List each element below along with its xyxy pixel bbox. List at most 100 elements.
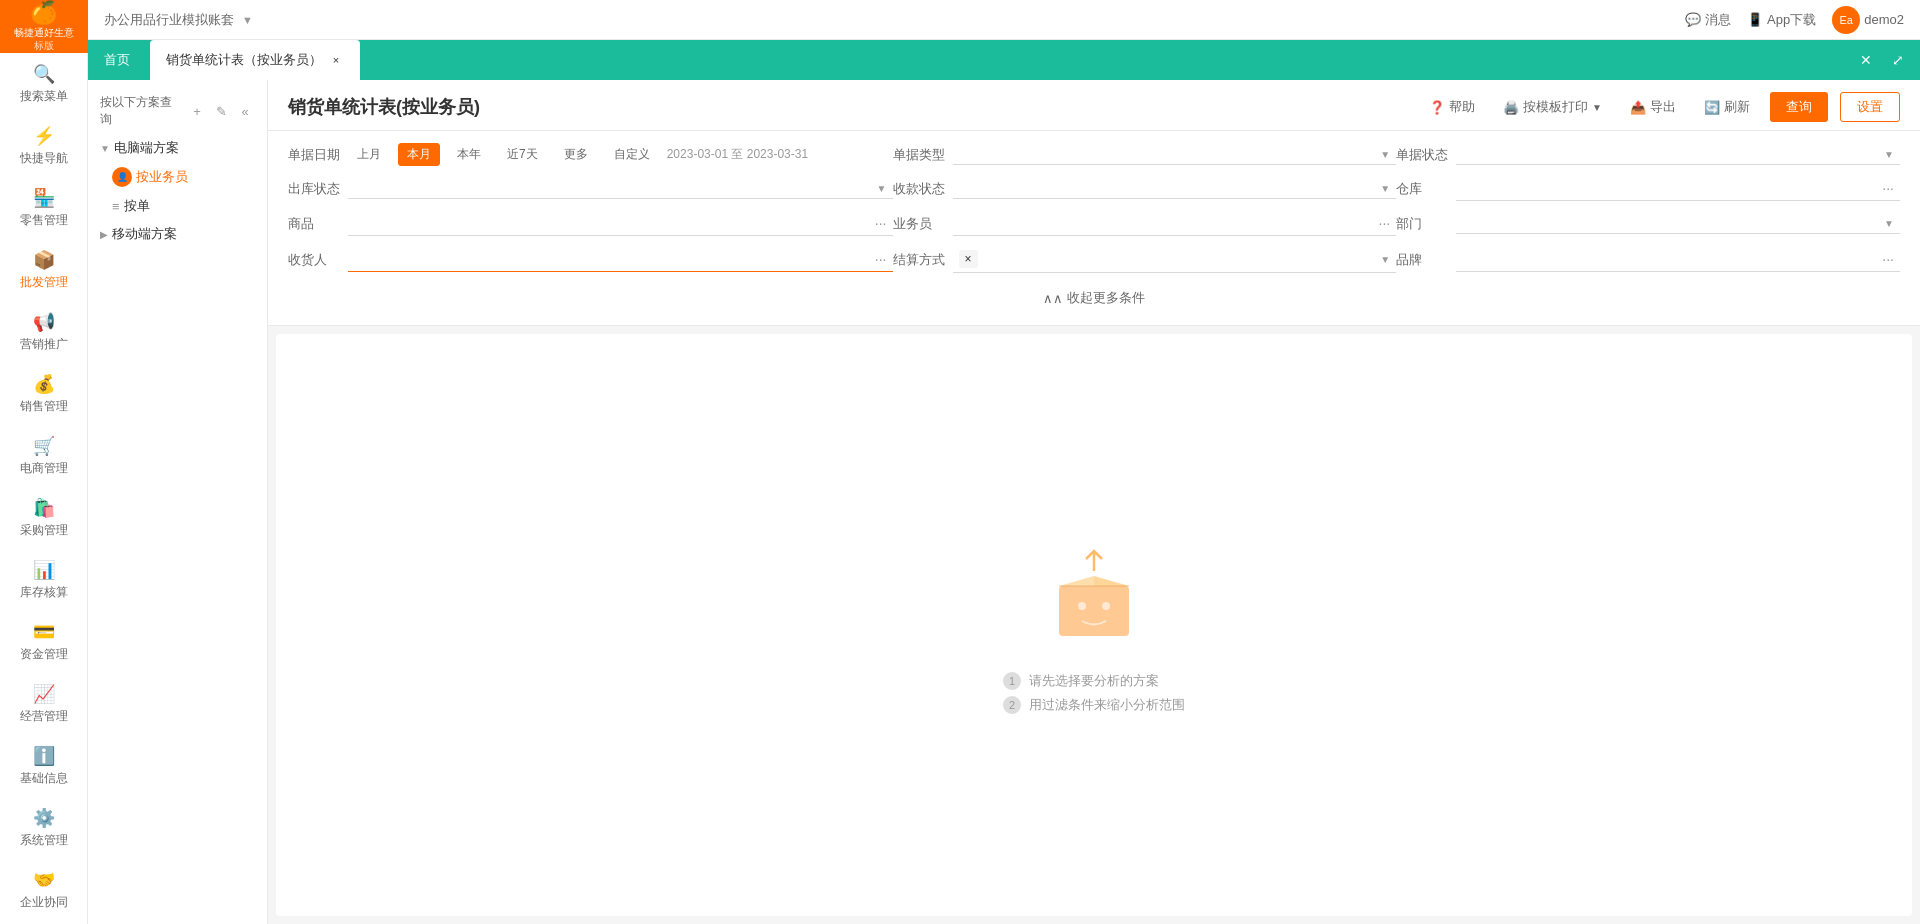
brand-dots-icon: ··· [1882,251,1894,267]
filter-receiver: 收货人 ··· [288,247,893,272]
sidebar-item-retail[interactable]: 🏪 零售管理 [0,177,88,239]
account-dropdown-icon[interactable]: ▼ [242,14,253,26]
filter-goods: 商品 ··· [288,211,893,236]
sidebar-item-basic[interactable]: ℹ️ 基础信息 [0,735,88,797]
sidebar-item-wholesale-label: 批发管理 [20,274,68,291]
outbound-label: 出库状态 [288,180,348,198]
filter-dept: 部门 ▼ [1396,214,1900,234]
user-avatar: Ea [1832,6,1860,34]
receiver-select[interactable]: ··· [348,247,893,272]
date-btn-this-month[interactable]: 本月 [398,143,440,166]
print-label: 按模板打印 [1523,98,1588,116]
staff-select[interactable]: ··· [953,211,1397,236]
sidebar-item-ecommerce[interactable]: 🛒 电商管理 [0,425,88,487]
goods-label: 商品 [288,215,348,233]
tree-sub-item-by-order[interactable]: ≡ 按单 [88,192,267,220]
status-select[interactable]: ▼ [1456,145,1900,165]
user-button[interactable]: Ea demo2 [1832,6,1904,34]
goods-select[interactable]: ··· [348,211,893,236]
filter-date: 单据日期 上月 本月 本年 近7天 更多 自定义 2023-03-01 至 20… [288,143,893,166]
date-btn-this-year[interactable]: 本年 [448,143,490,166]
brand-select[interactable]: ··· [1456,247,1900,272]
panel-add-button[interactable]: + [187,101,207,121]
sidebar-item-purchase[interactable]: 🛍️ 采购管理 [0,487,88,549]
filter-type: 单据类型 ▼ [893,145,1397,165]
sidebar-item-inventory[interactable]: 📊 库存核算 [0,549,88,611]
date-btn-more[interactable]: 更多 [555,143,597,166]
query-button[interactable]: 查询 [1770,92,1828,122]
collapse-button[interactable]: ∧∧ 收起更多条件 [1037,283,1151,313]
date-btn-last-month[interactable]: 上月 [348,143,390,166]
collapse-label: 收起更多条件 [1067,289,1145,307]
filter-brand: 品牌 ··· [1396,247,1900,272]
filter-row-3: 商品 ··· 业务员 ··· 部门 [288,211,1900,236]
sidebar-item-corp-label: 企业协同 [20,894,68,911]
date-btn-7days[interactable]: 近7天 [498,143,547,166]
sidebar-item-operations[interactable]: 📈 经营管理 [0,673,88,735]
tabbar: 首页 销货单统计表（按业务员） × ✕ ⤢ [88,40,1920,80]
purchase-icon: 🛍️ [33,497,55,519]
tree-sub-item-by-staff[interactable]: 👤 按业务员 [88,162,267,192]
payment-select-arrow: ▼ [1380,183,1390,194]
sidebar-item-operations-label: 经营管理 [20,708,68,725]
main-area: 办公用品行业模拟账套 ▼ 💬 消息 📱 App下载 Ea demo2 首页 销货… [88,0,1920,924]
account-label: 办公用品行业模拟账套 [104,11,234,29]
sidebar-item-retail-label: 零售管理 [20,212,68,229]
warehouse-select[interactable]: ··· [1456,176,1900,201]
message-button[interactable]: 💬 消息 [1685,11,1731,29]
filter-row-4: 收货人 ··· 结算方式 × ▼ [288,246,1900,273]
tree-item-computer[interactable]: ▼ 电脑端方案 [88,134,267,162]
sidebar-item-search[interactable]: 🔍 搜索菜单 [0,53,88,115]
sidebar-item-system-label: 系统管理 [20,832,68,849]
print-button[interactable]: 🖨️ 按模板打印 ▼ [1495,94,1610,120]
panel-collapse-button[interactable]: « [235,101,255,121]
user-label: demo2 [1864,12,1904,27]
sidebar-item-wholesale[interactable]: 📦 批发管理 [0,239,88,301]
payment-select[interactable]: ▼ [953,179,1397,199]
sidebar-item-quicknav[interactable]: ⚡ 快捷导航 [0,115,88,177]
tree-item-mobile[interactable]: ▶ 移动端方案 [88,220,267,248]
system-icon: ⚙️ [33,807,55,829]
tab-expand-button[interactable]: ⤢ [1884,46,1912,74]
staff-dots-icon: ··· [1379,215,1391,231]
tab-sales-stat[interactable]: 销货单统计表（按业务员） × [150,40,360,80]
left-panel: 按以下方案查询 + ✎ « ▼ 电脑端方案 👤 按业务员 ≡ 按单 ▶ [88,80,268,924]
warehouse-label: 仓库 [1396,180,1456,198]
logo-subtitle: 标版 [34,39,54,53]
panel-edit-button[interactable]: ✎ [211,101,231,121]
tab-close-all-button[interactable]: ✕ [1852,46,1880,74]
page-actions: ❓ 帮助 🖨️ 按模板打印 ▼ 📤 导出 🔄 刷新 [1421,92,1900,122]
export-label: 导出 [1650,98,1676,116]
sidebar-item-corp[interactable]: 🤝 企业协同 [0,859,88,921]
refresh-button[interactable]: 🔄 刷新 [1696,94,1758,120]
sidebar-item-sales[interactable]: 💰 销售管理 [0,363,88,425]
export-button[interactable]: 📤 导出 [1622,94,1684,120]
dept-label: 部门 [1396,215,1456,233]
page-title: 销货单统计表(按业务员) [288,95,480,119]
tab-close-icon[interactable]: × [328,52,344,68]
outbound-select[interactable]: ▼ [348,179,893,199]
type-select[interactable]: ▼ [953,145,1397,165]
sidebar-item-marketing[interactable]: 📢 营销推广 [0,301,88,363]
app-download-button[interactable]: 📱 App下载 [1747,11,1816,29]
topbar: 办公用品行业模拟账套 ▼ 💬 消息 📱 App下载 Ea demo2 [88,0,1920,40]
marketing-icon: 📢 [33,311,55,333]
settings-button[interactable]: 设置 [1840,92,1900,122]
dept-select[interactable]: ▼ [1456,214,1900,234]
filter-outbound: 出库状态 ▼ [288,179,893,199]
date-btn-custom[interactable]: 自定义 [605,143,659,166]
collapse-arrow-icon: ∧∧ [1043,291,1063,306]
settlement-select[interactable]: × ▼ [953,246,1397,273]
date-label: 单据日期 [288,146,348,164]
logo[interactable]: 🍊 畅捷通好生意 标版 [0,0,88,53]
date-range-display: 2023-03-01 至 2023-03-31 [667,146,808,163]
sidebar-item-system[interactable]: ⚙️ 系统管理 [0,797,88,859]
sidebar-item-finance[interactable]: 💳 资金管理 [0,611,88,673]
status-select-arrow: ▼ [1884,149,1894,160]
settlement-tag-close[interactable]: × [965,252,972,266]
content-area: 按以下方案查询 + ✎ « ▼ 电脑端方案 👤 按业务员 ≡ 按单 ▶ [88,80,1920,924]
sidebar-item-quicknav-label: 快捷导航 [20,150,68,167]
step-1-num: 1 [1003,672,1021,690]
help-button[interactable]: ❓ 帮助 [1421,94,1483,120]
tab-home[interactable]: 首页 [88,40,146,80]
